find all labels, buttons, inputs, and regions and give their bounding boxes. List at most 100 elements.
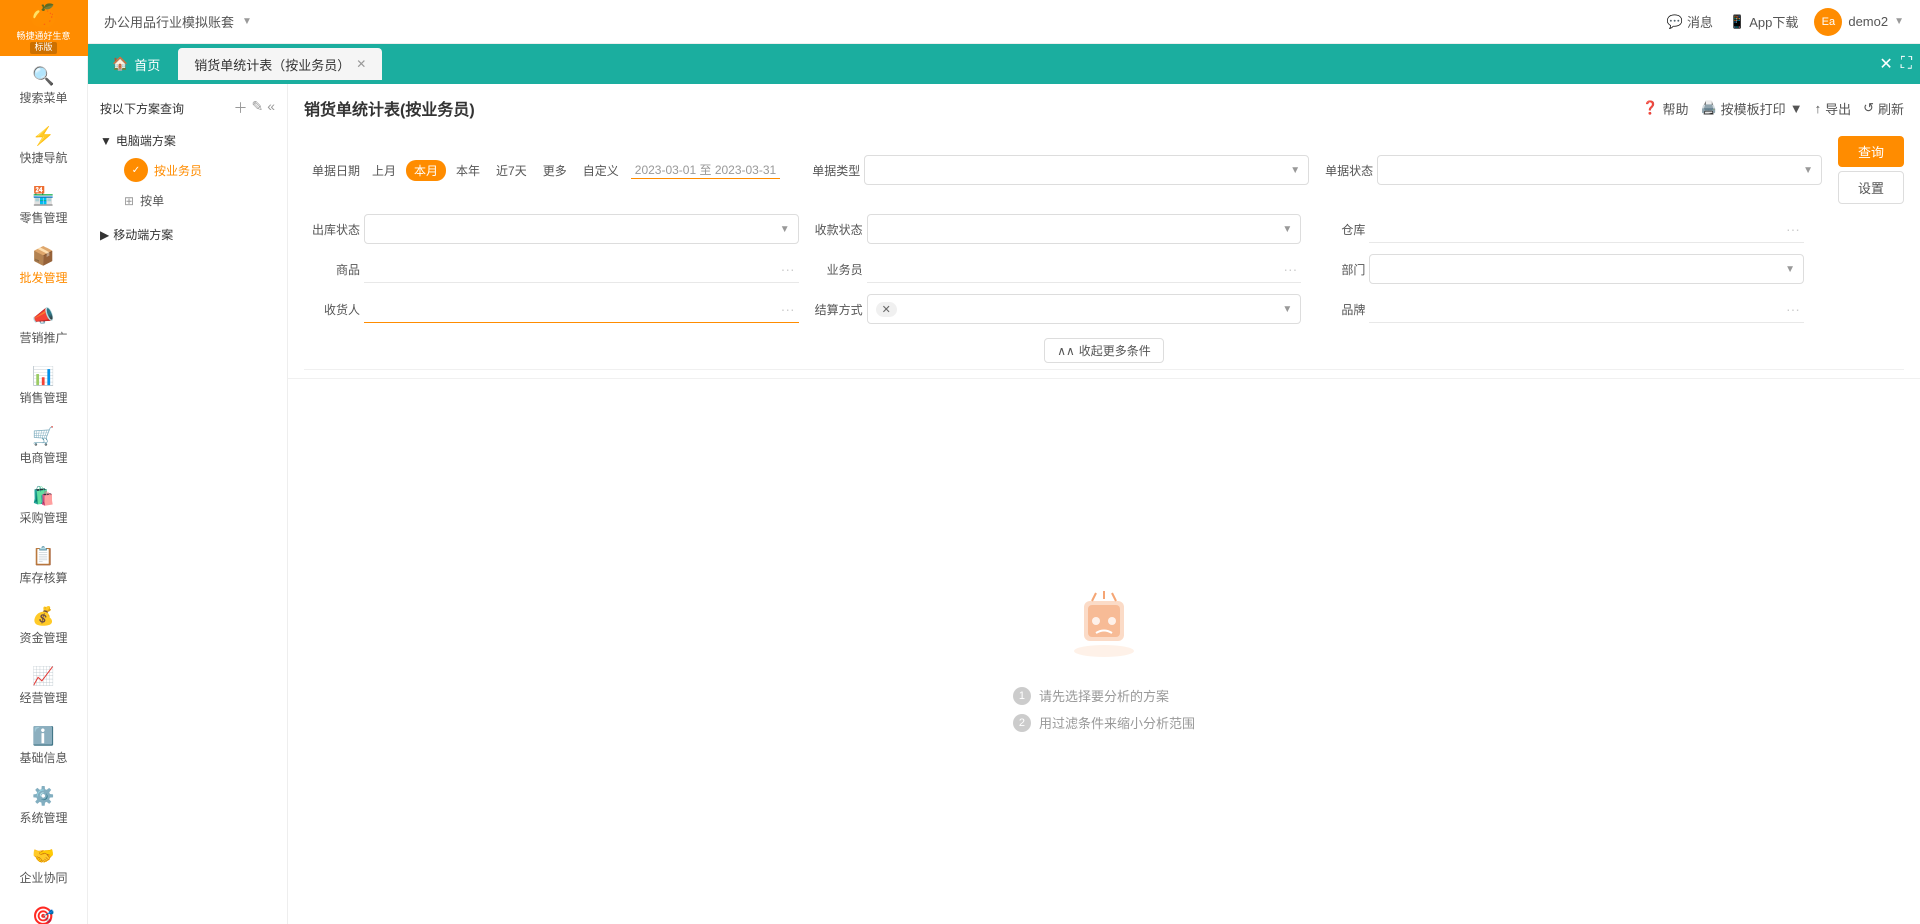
step-1-text: 请先选择要分析的方案 bbox=[1039, 686, 1169, 705]
collab-icon: 🤝 bbox=[32, 846, 54, 867]
sidebar-item-marketing[interactable]: 📣 营销推广 bbox=[0, 296, 87, 356]
brand-input[interactable]: ··· bbox=[1369, 295, 1804, 323]
date-range-display[interactable]: 2023-03-01 至 2023-03-31 bbox=[631, 161, 780, 179]
goods-input[interactable]: ··· bbox=[364, 255, 799, 283]
help-btn[interactable]: ❓ 帮助 bbox=[1642, 99, 1688, 118]
print-arrow[interactable]: ▼ bbox=[1790, 101, 1803, 116]
print-btn[interactable]: 🖨️ 按模板打印 ▼ bbox=[1700, 99, 1802, 118]
sidebar-item-guide[interactable]: 🎯 新手引导 bbox=[0, 896, 87, 924]
date-btn-custom[interactable]: 自定义 bbox=[577, 160, 625, 181]
header-right: 💬 消息 📱 App下载 Ea demo2 ▼ bbox=[1667, 8, 1904, 36]
receiver-input[interactable]: ··· bbox=[364, 295, 799, 323]
collapse-button[interactable]: ∧∧ 收起更多条件 bbox=[1044, 338, 1164, 363]
retail-icon: 🏪 bbox=[32, 186, 54, 207]
app-download-icon: 📱 bbox=[1729, 14, 1745, 30]
date-btn-last-month[interactable]: 上月 bbox=[366, 160, 402, 181]
sidebar-item-operations[interactable]: 📈 经营管理 bbox=[0, 656, 87, 716]
warehouse-input[interactable]: ··· bbox=[1369, 215, 1804, 243]
account-dropdown-label[interactable]: 办公用品行业模拟账套 bbox=[104, 12, 234, 31]
user-area[interactable]: Ea demo2 ▼ bbox=[1814, 8, 1904, 36]
doc-status-label: 单据状态 bbox=[1317, 162, 1373, 179]
sidebar-item-purchase[interactable]: 🛍️ 采购管理 bbox=[0, 476, 87, 536]
sidebar-item-wholesale[interactable]: 📦 批发管理 bbox=[0, 236, 87, 296]
warehouse-dots[interactable]: ··· bbox=[1786, 221, 1800, 237]
refresh-btn[interactable]: ↺ 刷新 bbox=[1863, 99, 1904, 118]
finance-icon: 💰 bbox=[32, 606, 54, 627]
add-scheme-icon[interactable]: ＋ bbox=[233, 98, 247, 118]
settlement-select[interactable]: ✕ ▼ bbox=[867, 294, 1302, 324]
out-status-select[interactable]: ▼ bbox=[364, 214, 799, 244]
salesperson-dots[interactable]: ··· bbox=[1283, 261, 1297, 277]
receiver-dots[interactable]: ··· bbox=[781, 301, 795, 317]
maximize-icon[interactable]: ⛶ bbox=[1901, 55, 1912, 73]
edit-scheme-icon[interactable]: ✎ bbox=[251, 98, 263, 118]
goods-filter: 商品 ··· bbox=[304, 254, 799, 284]
scheme-item-order[interactable]: ⊞ 按单 bbox=[100, 187, 275, 214]
sidebar-item-label: 企业协同 bbox=[19, 869, 67, 886]
account-dropdown-arrow[interactable]: ▼ bbox=[242, 16, 252, 27]
settings-button[interactable]: 设置 bbox=[1838, 171, 1904, 204]
department-select[interactable]: ▼ bbox=[1369, 254, 1804, 284]
query-button[interactable]: 查询 bbox=[1838, 136, 1904, 167]
export-btn[interactable]: ↑ 导出 bbox=[1815, 99, 1852, 118]
collapse-bar: ∧∧ 收起更多条件 bbox=[304, 332, 1904, 370]
search-icon: 🔍 bbox=[32, 66, 54, 87]
salesperson-label: 业务员 bbox=[807, 261, 863, 278]
avatar: Ea bbox=[1814, 8, 1842, 36]
date-btn-this-year[interactable]: 本年 bbox=[450, 160, 486, 181]
scheme-group-mobile-title[interactable]: ▶ 移动端方案 bbox=[100, 222, 275, 247]
scheme-item-salesperson[interactable]: ✓ 按业务员 bbox=[100, 153, 275, 187]
ecommerce-icon: 🛒 bbox=[32, 426, 54, 447]
filter-row-3: 商品 ··· 业务员 ··· 部门 bbox=[304, 254, 1904, 284]
sidebar-item-inventory[interactable]: 📋 库存核算 bbox=[0, 536, 87, 596]
salesperson-input[interactable]: ··· bbox=[867, 255, 1302, 283]
scheme-group-desktop-title[interactable]: ▼ 电脑端方案 bbox=[100, 128, 275, 153]
tab-sales-stats[interactable]: 销货单统计表（按业务员） ✕ bbox=[178, 48, 382, 80]
message-btn[interactable]: 💬 消息 bbox=[1667, 12, 1713, 31]
app-download-btn[interactable]: 📱 App下载 bbox=[1729, 12, 1798, 31]
settlement-clear-icon[interactable]: ✕ bbox=[882, 303, 891, 316]
sidebar-item-basic[interactable]: ℹ️ 基础信息 bbox=[0, 716, 87, 776]
sidebar-item-ecommerce[interactable]: 🛒 电商管理 bbox=[0, 416, 87, 476]
doc-status-select[interactable]: ▼ bbox=[1377, 155, 1822, 185]
sidebar-item-system[interactable]: ⚙️ 系统管理 bbox=[0, 776, 87, 836]
goods-dots[interactable]: ··· bbox=[781, 261, 795, 277]
app-logo[interactable]: 🍊 畅捷通好生意 标版 bbox=[0, 0, 88, 56]
doc-type-arrow: ▼ bbox=[1290, 165, 1300, 176]
department-filter: 部门 ▼ bbox=[1309, 254, 1804, 284]
step-2-text: 用过滤条件来缩小分析范围 bbox=[1039, 713, 1195, 732]
tab-sales-stats-label: 销货单统计表（按业务员） bbox=[194, 55, 350, 74]
receipt-status-select[interactable]: ▼ bbox=[867, 214, 1302, 244]
operations-icon: 📈 bbox=[32, 666, 54, 687]
department-arrow: ▼ bbox=[1785, 264, 1795, 275]
tab-home[interactable]: 🏠 首页 bbox=[96, 48, 176, 80]
tab-close-icon[interactable]: ✕ bbox=[356, 57, 366, 71]
sidebar-item-finance[interactable]: 💰 资金管理 bbox=[0, 596, 87, 656]
date-btn-this-month[interactable]: 本月 bbox=[406, 160, 446, 181]
sidebar-item-collab[interactable]: 🤝 企业协同 bbox=[0, 836, 87, 896]
date-btn-more[interactable]: 更多 bbox=[537, 160, 573, 181]
brand-dots[interactable]: ··· bbox=[1786, 301, 1800, 317]
inventory-icon: 📋 bbox=[32, 546, 54, 567]
guide-icon: 🎯 bbox=[32, 906, 54, 924]
date-btn-7days[interactable]: 近7天 bbox=[490, 160, 533, 181]
filter-row-1: 单据日期 上月 本月 本年 近7天 更多 自定义 2023-03-01 至 20… bbox=[304, 136, 1904, 204]
username-label: demo2 bbox=[1848, 14, 1888, 29]
sidebar-item-sales[interactable]: 📊 销售管理 bbox=[0, 356, 87, 416]
close-window-icon[interactable]: ✕ bbox=[1879, 54, 1892, 74]
collapse-scheme-icon[interactable]: « bbox=[267, 98, 275, 118]
sidebar-item-retail[interactable]: 🏪 零售管理 bbox=[0, 176, 87, 236]
sidebar-item-label: 采购管理 bbox=[19, 509, 67, 526]
scheme-header-title: 按以下方案查询 bbox=[100, 100, 184, 117]
sidebar-item-quick-nav[interactable]: ⚡ 快捷导航 bbox=[0, 116, 87, 176]
header-left: 办公用品行业模拟账套 ▼ bbox=[104, 12, 252, 31]
scheme-panel: 按以下方案查询 ＋ ✎ « ▼ 电脑端方案 ✓ 按业务员 bbox=[88, 84, 288, 924]
receipt-status-filter: 收款状态 ▼ bbox=[807, 214, 1302, 244]
right-content: 销货单统计表(按业务员) ❓ 帮助 🖨️ 按模板打印 ▼ ↑ 导出 bbox=[288, 84, 1920, 924]
dot-check-icon: ✓ bbox=[132, 165, 140, 176]
doc-type-select[interactable]: ▼ bbox=[864, 155, 1309, 185]
empty-state: 1 请先选择要分析的方案 2 用过滤条件来缩小分析范围 bbox=[288, 379, 1920, 924]
sidebar-item-search[interactable]: 🔍 搜索菜单 bbox=[0, 56, 87, 116]
warehouse-filter: 仓库 ··· bbox=[1309, 214, 1804, 244]
receipt-status-label: 收款状态 bbox=[807, 221, 863, 238]
